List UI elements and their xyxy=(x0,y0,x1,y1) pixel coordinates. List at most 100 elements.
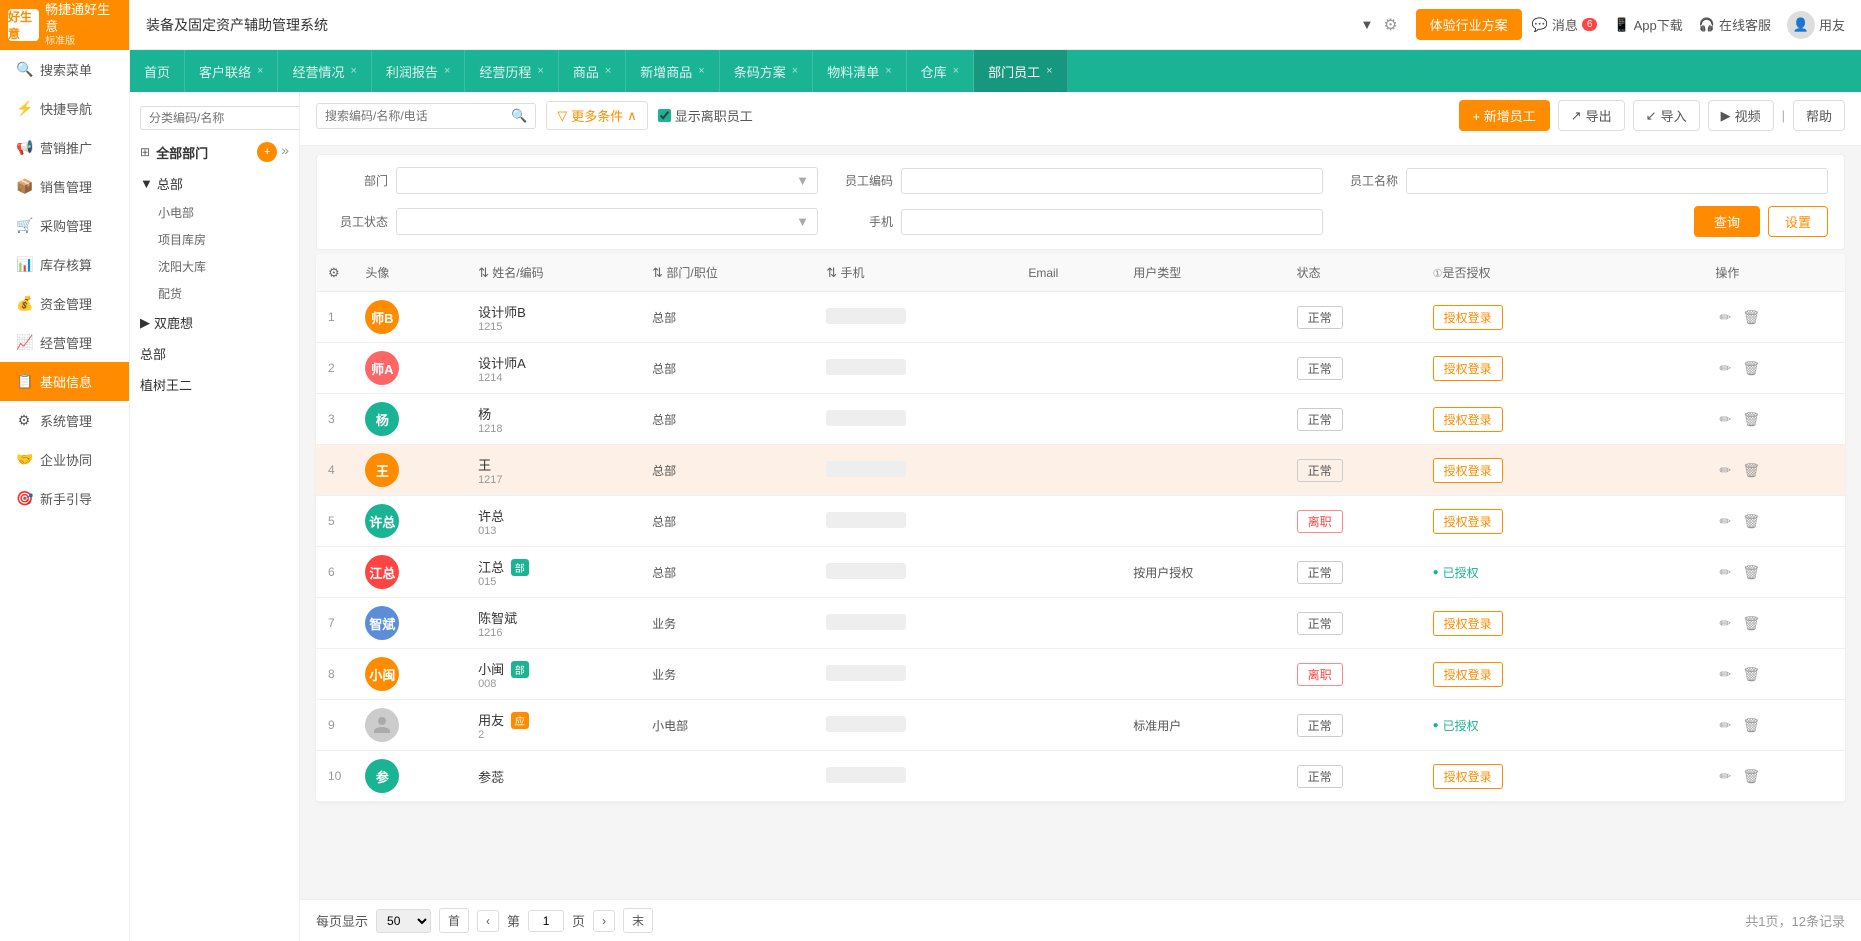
tab-goods-close[interactable]: × xyxy=(605,65,611,77)
tab-warehouse-close[interactable]: × xyxy=(953,65,959,77)
delete-button[interactable]: 🗑 xyxy=(1738,715,1764,736)
tree-search-input[interactable] xyxy=(140,106,300,130)
tab-profit[interactable]: 利润报告 × xyxy=(372,50,465,92)
tab-barcode-close[interactable]: × xyxy=(792,65,798,77)
show-resigned-input[interactable] xyxy=(658,109,671,122)
col-settings[interactable]: ⚙ xyxy=(316,254,353,292)
col-dept[interactable]: ⇅ 部门/职位 xyxy=(640,254,814,292)
tab-addgoods-close[interactable]: × xyxy=(698,65,704,77)
prev-page-button[interactable]: ‹ xyxy=(477,910,499,932)
show-resigned-checkbox[interactable]: 显示离职员工 xyxy=(658,106,753,125)
dept-select[interactable]: ▼ xyxy=(396,167,818,194)
first-page-button[interactable]: 首 xyxy=(439,908,469,933)
tab-employees-close[interactable]: × xyxy=(1046,65,1052,77)
delete-button[interactable]: 🗑 xyxy=(1738,307,1764,328)
tree-item-shenyang[interactable]: 沈阳大库 xyxy=(130,253,299,280)
tab-customer[interactable]: 客户联络 × xyxy=(185,50,278,92)
trial-button[interactable]: 体验行业方案 xyxy=(1416,9,1522,40)
tree-group-shuanglu[interactable]: ▶ 双鹿想 xyxy=(130,307,299,338)
sidebar-item-basics[interactable]: 📋 基础信息 xyxy=(0,362,129,401)
tab-bom-close[interactable]: × xyxy=(885,65,891,77)
sidebar-item-purchase[interactable]: 🛒 采购管理 xyxy=(0,206,129,245)
tab-business[interactable]: 经营情况 × xyxy=(278,50,371,92)
delete-button[interactable]: 🗑 xyxy=(1738,460,1764,481)
auth-button[interactable]: 授权登录 xyxy=(1433,662,1503,687)
add-employee-button[interactable]: + 新增员工 xyxy=(1459,100,1550,131)
sidebar-item-sales[interactable]: 📦 销售管理 xyxy=(0,167,129,206)
sidebar-item-guide[interactable]: 🎯 新手引导 xyxy=(0,479,129,518)
tab-employees[interactable]: 部门员工 × xyxy=(974,50,1067,92)
tab-barcode[interactable]: 条码方案 × xyxy=(720,50,813,92)
tree-collapse-btn[interactable]: » xyxy=(281,142,289,162)
auth-button[interactable]: 授权登录 xyxy=(1433,305,1503,330)
messages-button[interactable]: 💬 消息 6 xyxy=(1532,15,1598,34)
sidebar-item-finance[interactable]: 💰 资金管理 xyxy=(0,284,129,323)
tree-item-project[interactable]: 项目库房 xyxy=(130,226,299,253)
per-page-select[interactable]: 50 100 xyxy=(376,909,431,933)
tab-bom[interactable]: 物料清单 × xyxy=(813,50,906,92)
tab-customer-close[interactable]: × xyxy=(257,65,263,77)
phone-input[interactable] xyxy=(901,209,1323,235)
col-name[interactable]: ⇅ 姓名/编码 xyxy=(466,254,640,292)
emp-status-select[interactable]: ▼ xyxy=(396,208,818,235)
help-button[interactable]: 帮助 xyxy=(1793,100,1845,131)
sidebar-item-inventory[interactable]: 📊 库存核算 xyxy=(0,245,129,284)
tab-history-close[interactable]: × xyxy=(537,65,543,77)
user-menu[interactable]: 👤 用友 xyxy=(1787,11,1845,39)
edit-button[interactable]: ✏ xyxy=(1715,358,1735,379)
tab-business-close[interactable]: × xyxy=(350,65,356,77)
tab-goods[interactable]: 商品 × xyxy=(559,50,626,92)
sidebar-item-collab[interactable]: 🤝 企业协同 xyxy=(0,440,129,479)
edit-button[interactable]: ✏ xyxy=(1715,766,1735,787)
tab-profit-close[interactable]: × xyxy=(444,65,450,77)
edit-button[interactable]: ✏ xyxy=(1715,460,1735,481)
auth-button[interactable]: 授权登录 xyxy=(1433,407,1503,432)
last-page-button[interactable]: 末 xyxy=(623,908,653,933)
auth-button[interactable]: 授权登录 xyxy=(1433,458,1503,483)
edit-button[interactable]: ✏ xyxy=(1715,409,1735,430)
edit-button[interactable]: ✏ xyxy=(1715,562,1735,583)
delete-button[interactable]: 🗑 xyxy=(1738,613,1764,634)
auth-button[interactable]: 授权登录 xyxy=(1433,764,1503,789)
settings-icon[interactable]: ⚙ xyxy=(1383,15,1397,35)
tree-item-xiaodibu[interactable]: 小电部 xyxy=(130,199,299,226)
page-number-input[interactable] xyxy=(528,910,564,932)
tab-warehouse[interactable]: 仓库 × xyxy=(907,50,974,92)
edit-button[interactable]: ✏ xyxy=(1715,613,1735,634)
tab-addgoods[interactable]: 新增商品 × xyxy=(626,50,719,92)
tree-item-distribution[interactable]: 配货 xyxy=(130,280,299,307)
next-page-button[interactable]: › xyxy=(593,910,615,932)
more-filters-button[interactable]: ▽ 更多条件 ∧ xyxy=(546,101,648,130)
video-button[interactable]: ▶ 视频 xyxy=(1708,100,1774,131)
tab-history[interactable]: 经营历程 × xyxy=(465,50,558,92)
emp-name-input[interactable] xyxy=(1406,168,1828,194)
sidebar-item-marketing[interactable]: 📢 营销推广 xyxy=(0,128,129,167)
delete-button[interactable]: 🗑 xyxy=(1738,409,1764,430)
edit-button[interactable]: ✏ xyxy=(1715,511,1735,532)
tree-group-zhishu[interactable]: 植树王二 xyxy=(130,369,299,400)
edit-button[interactable]: ✏ xyxy=(1715,664,1735,685)
query-button[interactable]: 查询 xyxy=(1694,206,1760,237)
delete-button[interactable]: 🗑 xyxy=(1738,664,1764,685)
col-phone[interactable]: ⇅ 手机 xyxy=(814,254,1016,292)
online-service-button[interactable]: 🎧 在线客服 xyxy=(1699,15,1771,34)
sidebar-item-quicknav[interactable]: ⚡ 快捷导航 xyxy=(0,89,129,128)
app-download-button[interactable]: 📱 App下载 xyxy=(1613,15,1682,34)
tree-group-zongbu[interactable]: 总部 xyxy=(130,338,299,369)
auth-button[interactable]: 授权登录 xyxy=(1433,509,1503,534)
auth-button[interactable]: 授权登录 xyxy=(1433,611,1503,636)
auth-button[interactable]: 授权登录 xyxy=(1433,356,1503,381)
sidebar-item-operations[interactable]: 📈 经营管理 xyxy=(0,323,129,362)
edit-button[interactable]: ✏ xyxy=(1715,715,1735,736)
import-button[interactable]: ↙ 导入 xyxy=(1633,100,1700,131)
search-input[interactable] xyxy=(325,109,505,123)
tree-group-headquarters[interactable]: ▼ 总部 xyxy=(130,168,299,199)
delete-button[interactable]: 🗑 xyxy=(1738,766,1764,787)
set-button[interactable]: 设置 xyxy=(1768,206,1828,237)
delete-button[interactable]: 🗑 xyxy=(1738,511,1764,532)
tab-home[interactable]: 首页 xyxy=(130,50,185,92)
export-button[interactable]: ↗ 导出 xyxy=(1558,100,1625,131)
title-dropdown[interactable]: ▼ xyxy=(1360,17,1373,32)
emp-code-input[interactable] xyxy=(901,168,1323,194)
edit-button[interactable]: ✏ xyxy=(1715,307,1735,328)
